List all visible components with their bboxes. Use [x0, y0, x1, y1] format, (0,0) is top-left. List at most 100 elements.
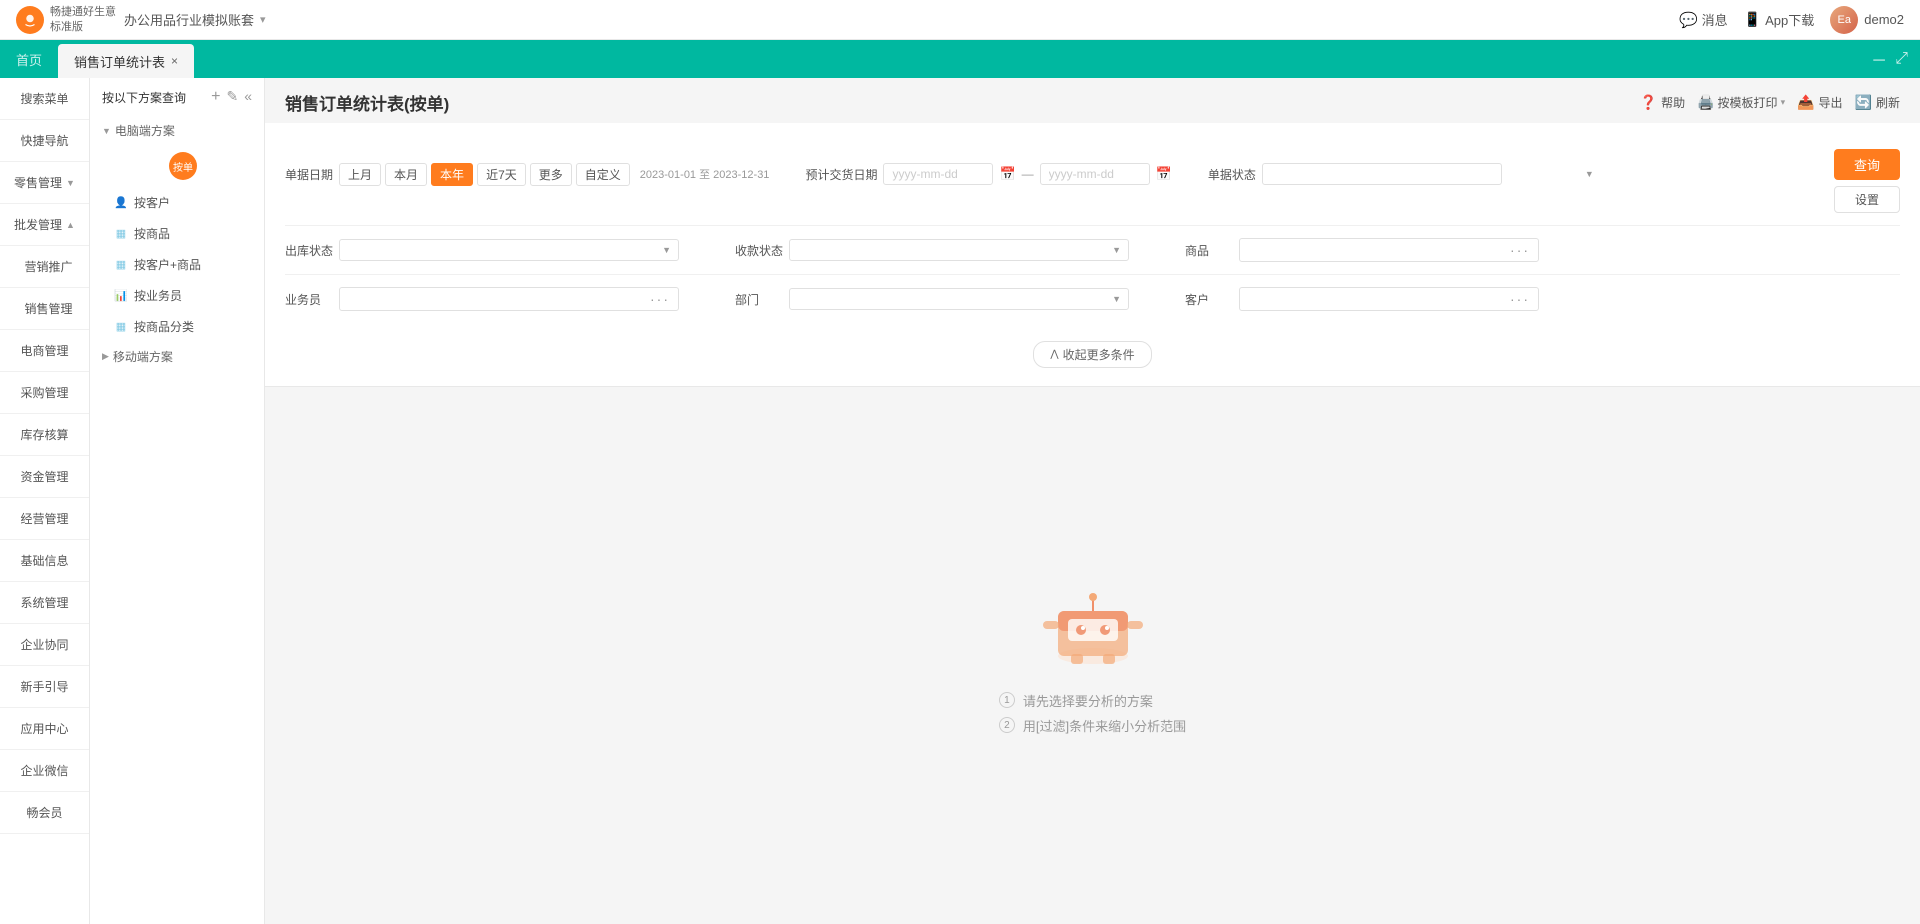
collapse-button[interactable]: ⋀ 收起更多条件	[1033, 341, 1151, 368]
sidebar-item-wechat[interactable]: 企业微信	[0, 750, 89, 792]
sidebar-item-new-guide[interactable]: 新手引导	[0, 666, 89, 708]
wholesale-arrow-icon: ▲	[66, 220, 75, 230]
scheme-group-mobile[interactable]: ▶ 移动端方案	[90, 342, 264, 371]
dept-select[interactable]	[789, 288, 1129, 310]
tab-close-icon[interactable]: ×	[171, 54, 178, 68]
sidebar-item-enterprise[interactable]: 企业协同	[0, 624, 89, 666]
dropdown-icon[interactable]: ▾	[260, 13, 266, 26]
retail-arrow-icon: ▼	[66, 178, 75, 188]
dept-select-wrapper[interactable]	[789, 288, 1129, 310]
scheme-item-by-customer[interactable]: 👤 按客户	[90, 187, 264, 218]
sidebar-item-member[interactable]: 畅会员	[0, 792, 89, 834]
sidebar-item-inventory[interactable]: 库存核算	[0, 414, 89, 456]
filter-customer: 客户 ···	[1185, 287, 1539, 311]
expected-date-start-input[interactable]	[883, 163, 993, 185]
expected-date-label: 预计交货日期	[805, 166, 877, 183]
bill-status-select-wrapper[interactable]	[1262, 163, 1602, 185]
payment-status-select-wrapper[interactable]	[789, 239, 1129, 261]
payment-status-select[interactable]	[789, 239, 1129, 261]
filter-row-2: 出库状态 收款状态 商品	[285, 238, 1900, 262]
bill-status-select[interactable]	[1262, 163, 1502, 185]
scheme-add-icon[interactable]: +	[211, 88, 220, 106]
query-button[interactable]: 查询	[1834, 149, 1900, 180]
sidebar-item-basic-info[interactable]: 基础信息	[0, 540, 89, 582]
header-right: 💬 消息 📱 App下载 Ea demo2	[1679, 6, 1904, 34]
ship-status-select-wrapper[interactable]	[339, 239, 679, 261]
scheme-group-pc[interactable]: ▼ 电脑端方案	[90, 116, 264, 145]
empty-hint-1: 1 请先选择要分析的方案	[999, 691, 1186, 710]
avatar: Ea	[1830, 6, 1858, 34]
calendar-end-icon[interactable]: 📅	[1156, 166, 1172, 182]
member-label: 畅会员	[26, 806, 62, 820]
ship-status-select[interactable]	[339, 239, 679, 261]
sidebar-item-app-center[interactable]: 应用中心	[0, 708, 89, 750]
scheme-item-by-category[interactable]: ▦ 按商品分类	[90, 311, 264, 342]
sidebar-item-ecommerce[interactable]: 电商管理	[0, 330, 89, 372]
app-download-button[interactable]: 📱 App下载	[1744, 10, 1815, 29]
date-btn-prev-month[interactable]: 上月	[339, 163, 381, 186]
sidebar-item-marketing[interactable]: 营销推广	[0, 246, 89, 288]
scheme-item-by-customer-goods[interactable]: ▦ 按客户+商品	[90, 249, 264, 280]
sidebar-item-purchase[interactable]: 采购管理	[0, 372, 89, 414]
expected-date-end-input[interactable]	[1040, 163, 1150, 185]
basic-info-label: 基础信息	[20, 554, 68, 568]
scheme-salesperson-icon: 📊	[114, 289, 128, 303]
sidebar-item-sys-admin[interactable]: 系统管理	[0, 582, 89, 624]
export-button[interactable]: 📤 导出	[1797, 94, 1842, 111]
sidebar-item-retail[interactable]: 零售管理 ▼	[0, 162, 89, 204]
sidebar-item-management[interactable]: 经营管理	[0, 498, 89, 540]
date-range-display: 2023-01-01 至 2023-12-31	[640, 166, 770, 182]
sales-label: 销售管理	[24, 302, 72, 316]
tab-home[interactable]: 首页	[0, 40, 58, 78]
scheme-category-icon: ▦	[114, 320, 128, 334]
goods-select[interactable]: ···	[1239, 238, 1539, 262]
sidebar-item-sales[interactable]: 销售管理	[0, 288, 89, 330]
scheme-customer-icon: 👤	[114, 196, 128, 210]
window-minimize-icon[interactable]: －	[1871, 47, 1887, 71]
date-btn-custom[interactable]: 自定义	[576, 163, 630, 186]
sidebar-item-quick-nav[interactable]: 快捷导航	[0, 120, 89, 162]
sidebar-item-search[interactable]: 搜索菜单	[0, 78, 89, 120]
message-button[interactable]: 💬 消息	[1679, 10, 1728, 29]
date-btn-year[interactable]: 本年	[431, 163, 473, 186]
app-title-bar[interactable]: 办公用品行业模拟账套 ▾	[124, 10, 266, 29]
main-layout: 搜索菜单 快捷导航 零售管理 ▼ 批发管理 ▲ 营销推广 销售管理 电商管理 采	[0, 78, 1920, 924]
ship-status-label: 出库状态	[285, 242, 333, 259]
filter-row-3: 业务员 ··· 部门 客户	[285, 287, 1900, 311]
calendar-start-icon[interactable]: 📅	[999, 166, 1015, 182]
date-btn-cur-month[interactable]: 本月	[385, 163, 427, 186]
refresh-button[interactable]: 🔄 刷新	[1855, 94, 1900, 111]
filter-payment-status: 收款状态	[735, 239, 1129, 261]
filter-row-1: 单据日期 上月 本月 本年 近7天 更多 自定义 2023-01-01 至 20…	[285, 135, 1900, 213]
scheme-item-by-salesperson[interactable]: 📊 按业务员	[90, 280, 264, 311]
search-menu-label: 搜索菜单	[20, 92, 68, 106]
new-guide-label: 新手引导	[20, 680, 68, 694]
payment-status-label: 收款状态	[735, 242, 783, 259]
scheme-item-by-order[interactable]: 按单	[90, 145, 264, 187]
sidebar-item-finance[interactable]: 资金管理	[0, 456, 89, 498]
filter-expected-date: 预计交货日期 📅 — 📅	[805, 163, 1171, 185]
user-area[interactable]: Ea demo2	[1830, 6, 1904, 34]
settings-button[interactable]: 设置	[1834, 186, 1900, 213]
salesperson-select[interactable]: ···	[339, 287, 679, 311]
scheme-collapse-icon[interactable]: «	[244, 88, 252, 106]
window-maximize-icon[interactable]: ⤢	[1895, 50, 1908, 68]
main-content: 销售订单统计表(按单) ❓ 帮助 🖨️ 按模板打印 ▾ 📤 导出	[265, 78, 1920, 924]
date-btn-more[interactable]: 更多	[530, 163, 572, 186]
filter-divider-1	[285, 225, 1900, 226]
sidebar-item-wholesale[interactable]: 批发管理 ▲	[0, 204, 89, 246]
help-button[interactable]: ❓ 帮助	[1640, 94, 1685, 111]
scheme-item-by-goods[interactable]: ▦ 按商品	[90, 218, 264, 249]
bill-status-label: 单据状态	[1208, 166, 1256, 183]
empty-state: 1 请先选择要分析的方案 2 用[过滤]条件来缩小分析范围	[265, 387, 1920, 924]
print-template-button[interactable]: 🖨️ 按模板打印 ▾	[1697, 94, 1785, 111]
hint-num-1: 1	[999, 692, 1015, 708]
top-header: 畅捷通好生意 标准版 办公用品行业模拟账套 ▾ 💬 消息 📱 App下载 Ea …	[0, 0, 1920, 40]
tab-sales-order[interactable]: 销售订单统计表 ×	[58, 44, 194, 78]
scheme-group-pc-arrow: ▼	[102, 126, 111, 136]
scheme-edit-icon[interactable]: ✎	[226, 88, 238, 106]
customer-select[interactable]: ···	[1239, 287, 1539, 311]
goods-label: 商品	[1185, 242, 1233, 259]
date-btn-7days[interactable]: 近7天	[477, 163, 526, 186]
refresh-icon: 🔄	[1855, 94, 1872, 111]
